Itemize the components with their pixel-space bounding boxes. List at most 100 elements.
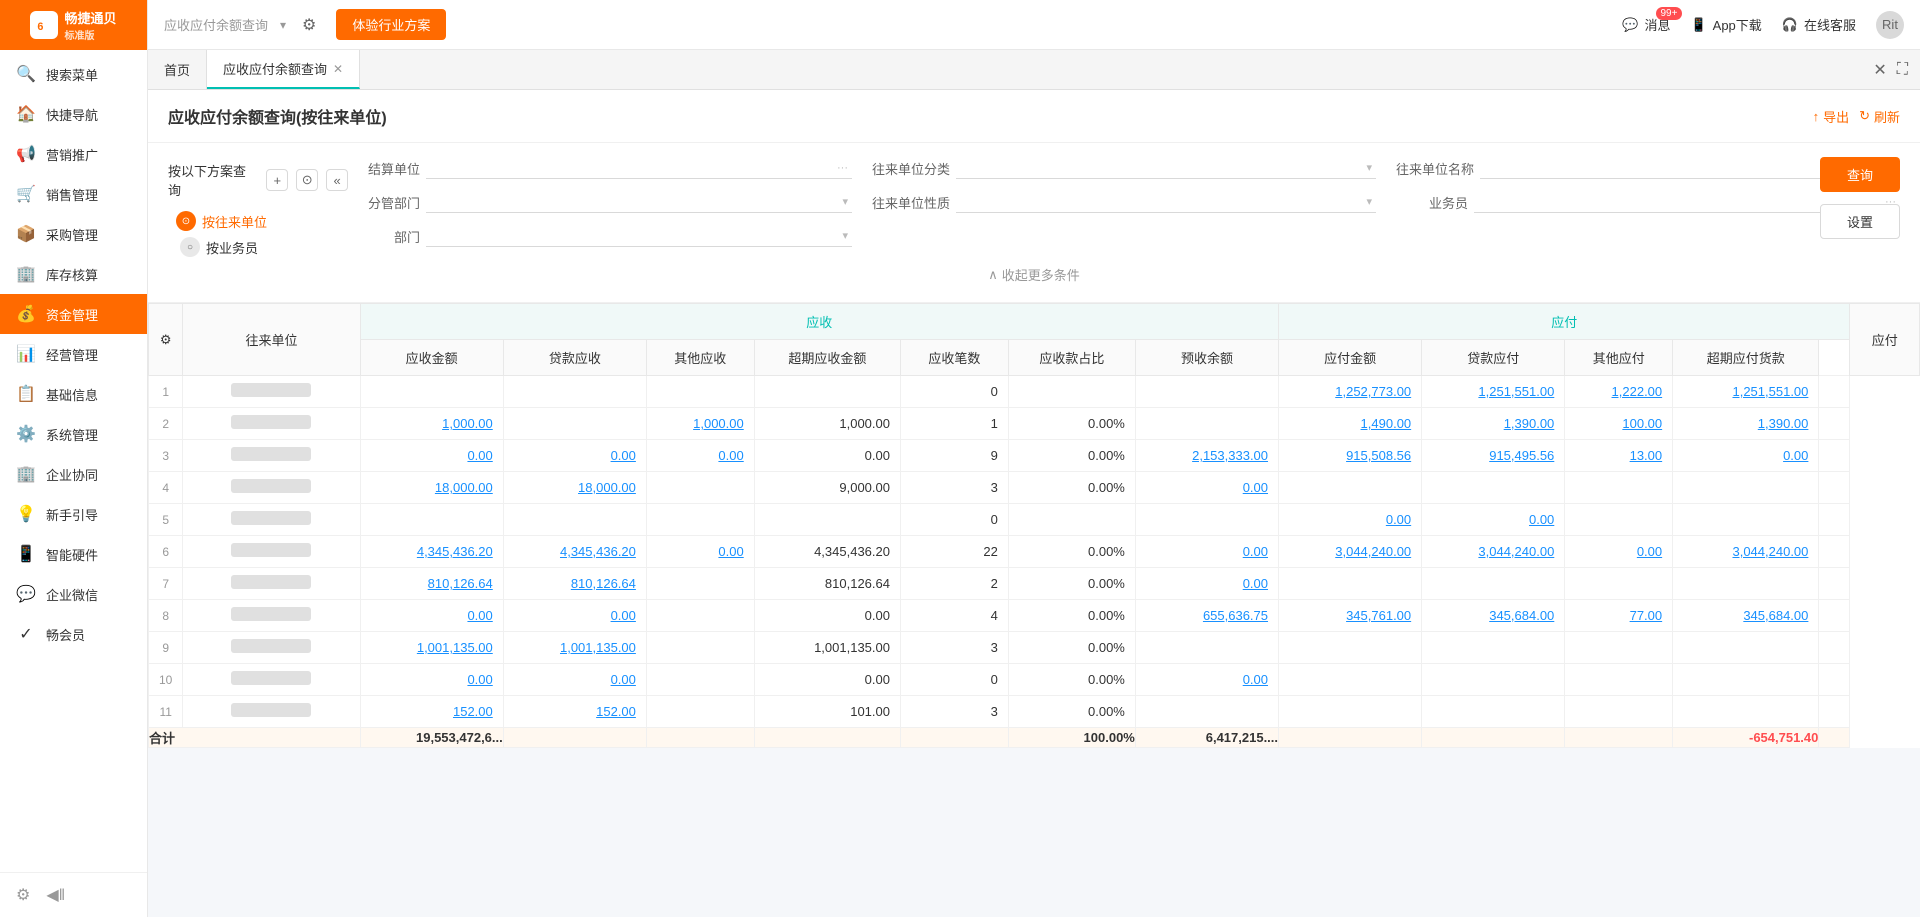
row-ar-amount bbox=[360, 504, 503, 536]
promo-button[interactable]: 体验行业方案 bbox=[336, 9, 446, 40]
sidebar-item-search[interactable]: 🔍 搜索菜单 bbox=[0, 54, 147, 94]
managed-dept-arrow[interactable]: ▾ bbox=[842, 195, 848, 208]
col-settings[interactable]: ⚙ bbox=[149, 304, 183, 376]
sidebar-item-quick-nav[interactable]: 🏠 快捷导航 bbox=[0, 94, 147, 134]
sidebar-item-guide[interactable]: 💡 新手引导 bbox=[0, 494, 147, 534]
row-ar-advance: 0.00 bbox=[1135, 536, 1278, 568]
header-msg[interactable]: 💬 消息 99+ bbox=[1622, 15, 1670, 34]
dept-arrow[interactable]: ▾ bbox=[842, 229, 848, 242]
data-table: ⚙ 往来单位 应收 应付 应付 应收金额 贷款应收 其他应收 超期应收金额 应收… bbox=[148, 303, 1920, 748]
row-ar-count: 3 bbox=[900, 696, 1008, 728]
header-user[interactable]: Rit bbox=[1876, 11, 1904, 39]
service-icon: 🎧 bbox=[1782, 17, 1798, 33]
sidebar-item-enterprise[interactable]: 🏢 企业协同 bbox=[0, 454, 147, 494]
basic-info-icon: 📋 bbox=[16, 384, 36, 404]
filter-input-dept[interactable]: ▾ bbox=[426, 225, 852, 247]
user-avatar: Rit bbox=[1876, 11, 1904, 39]
filter-input-partner-category[interactable]: ▾ bbox=[956, 157, 1376, 179]
query-button[interactable]: 查询 bbox=[1820, 157, 1900, 192]
operations-icon: 📊 bbox=[16, 344, 36, 364]
row-ar-count: 3 bbox=[900, 632, 1008, 664]
filter-scheme-button[interactable]: ⊙ bbox=[296, 169, 318, 191]
sidebar-item-hardware[interactable]: 📱 智能硬件 bbox=[0, 534, 147, 574]
header-dropdown-icon[interactable]: ▾ bbox=[280, 18, 286, 32]
row-num: 6 bbox=[149, 536, 183, 568]
tab-maximize-icon[interactable]: ⛶ bbox=[1897, 61, 1908, 79]
refresh-button[interactable]: ↻ 刷新 bbox=[1859, 107, 1900, 126]
marketing-icon: 📢 bbox=[16, 144, 36, 164]
row-ar-loan: 1,001,135.00 bbox=[503, 632, 646, 664]
sidebar-item-wechat[interactable]: 💬 企业微信 bbox=[0, 574, 147, 614]
filter-collapse-button[interactable]: « bbox=[326, 169, 348, 191]
sidebar-item-sales[interactable]: 🛒 销售管理 bbox=[0, 174, 147, 214]
sidebar-item-member[interactable]: ✓ 畅会员 bbox=[0, 614, 147, 654]
settlement-input[interactable] bbox=[430, 160, 833, 175]
managed-dept-input[interactable] bbox=[430, 194, 838, 209]
header-online-service[interactable]: 🎧 在线客服 bbox=[1782, 15, 1856, 34]
app-download-label: App下载 bbox=[1713, 15, 1762, 34]
row-ap-overdue bbox=[1673, 504, 1819, 536]
tab-ar-ap[interactable]: 应收应付余额查询 ✕ bbox=[207, 50, 360, 89]
footer-ap-loan bbox=[1422, 728, 1565, 748]
table-row: 8 0.00 0.00 0.00 4 0.00% 655,636.75 345,… bbox=[149, 600, 1920, 632]
row-ap-other: 1,222.00 bbox=[1565, 376, 1673, 408]
row-ap-loan: 1,251,551.00 bbox=[1422, 376, 1565, 408]
sidebar-item-system[interactable]: ⚙️ 系统管理 bbox=[0, 414, 147, 454]
row-ap-other bbox=[1565, 696, 1673, 728]
sidebar-footer: ⚙ ◀‖ bbox=[0, 872, 147, 917]
filter-option-partner[interactable]: ⊙ 按往来单位 bbox=[176, 211, 348, 231]
header-settings-icon[interactable]: ⚙ bbox=[302, 15, 316, 35]
tab-close-window-icon[interactable]: ✕ bbox=[1873, 60, 1886, 80]
tab-close-icon[interactable]: ✕ bbox=[333, 62, 343, 76]
sidebar-label-basic-info: 基础信息 bbox=[46, 385, 98, 404]
export-button[interactable]: ↑ 导出 bbox=[1813, 107, 1850, 126]
sidebar-item-purchase[interactable]: 📦 采购管理 bbox=[0, 214, 147, 254]
row-ap-loan bbox=[1422, 632, 1565, 664]
filter-input-managed-dept[interactable]: ▾ bbox=[426, 191, 852, 213]
row-ar-overdue bbox=[754, 504, 900, 536]
sidebar-item-operations[interactable]: 📊 经营管理 bbox=[0, 334, 147, 374]
filter-option-salesperson[interactable]: ○ 按业务员 bbox=[180, 237, 348, 257]
partner-nature-arrow[interactable]: ▾ bbox=[1366, 195, 1372, 208]
row-ap-overdue bbox=[1673, 472, 1819, 504]
sidebar-label-search: 搜索菜单 bbox=[46, 65, 98, 84]
row-ap-extra bbox=[1819, 568, 1850, 600]
sidebar-settings-icon[interactable]: ⚙ bbox=[16, 885, 30, 905]
row-ap-other bbox=[1565, 632, 1673, 664]
row-num: 10 bbox=[149, 664, 183, 696]
row-ar-overdue: 1,001,135.00 bbox=[754, 632, 900, 664]
row-ar-ratio: 0.00% bbox=[1008, 568, 1135, 600]
row-ar-count: 1 bbox=[900, 408, 1008, 440]
filter-input-settlement[interactable]: ··· bbox=[426, 157, 852, 179]
sidebar-item-marketing[interactable]: 📢 营销推广 bbox=[0, 134, 147, 174]
partner-category-input[interactable] bbox=[960, 160, 1362, 175]
filter-collapse-more[interactable]: ∧ 收起更多条件 bbox=[168, 257, 1900, 292]
row-ap-overdue bbox=[1673, 632, 1819, 664]
msg-icon: 💬 bbox=[1622, 17, 1638, 33]
row-ar-overdue: 0.00 bbox=[754, 440, 900, 472]
settings-button[interactable]: 设置 bbox=[1820, 204, 1900, 239]
header-right: 💬 消息 99+ 📱 App下载 🎧 在线客服 Rit bbox=[1622, 11, 1904, 39]
row-partner bbox=[183, 536, 360, 568]
sidebar-collapse-icon[interactable]: ◀‖ bbox=[46, 885, 65, 905]
col-partner: 往来单位 bbox=[183, 304, 360, 376]
filter-input-partner-nature[interactable]: ▾ bbox=[956, 191, 1376, 213]
sidebar-item-inventory[interactable]: 🏢 库存核算 bbox=[0, 254, 147, 294]
sidebar-item-finance[interactable]: 💰 资金管理 bbox=[0, 294, 147, 334]
row-ar-count: 2 bbox=[900, 568, 1008, 600]
filter-add-button[interactable]: + bbox=[266, 169, 288, 191]
row-ar-amount: 1,000.00 bbox=[360, 408, 503, 440]
row-ap-loan: 3,044,240.00 bbox=[1422, 536, 1565, 568]
row-ar-count: 22 bbox=[900, 536, 1008, 568]
dept-input[interactable] bbox=[430, 228, 838, 243]
sidebar-item-basic-info[interactable]: 📋 基础信息 bbox=[0, 374, 147, 414]
filter-option-partner-label: 按往来单位 bbox=[202, 212, 267, 231]
tab-bar-right: ✕ ⛶ bbox=[1861, 50, 1920, 89]
row-ar-loan: 0.00 bbox=[503, 600, 646, 632]
header-app-download[interactable]: 📱 App下载 bbox=[1690, 15, 1761, 34]
row-ar-amount: 810,126.64 bbox=[360, 568, 503, 600]
partner-category-arrow[interactable]: ▾ bbox=[1366, 161, 1372, 174]
tab-home[interactable]: 首页 bbox=[148, 50, 207, 89]
partner-nature-input[interactable] bbox=[960, 194, 1362, 209]
settlement-dots[interactable]: ··· bbox=[837, 162, 848, 174]
